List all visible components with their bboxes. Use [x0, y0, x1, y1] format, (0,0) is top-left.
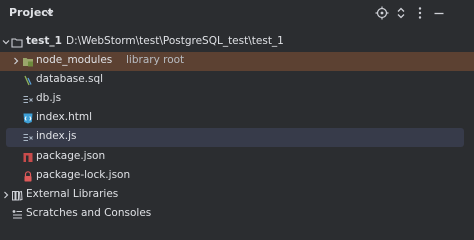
scratches-icon [12, 210, 22, 219]
tree-item-label: package-lock.json [36, 169, 131, 181]
npm-file-icon [23, 153, 33, 162]
js-file-icon [23, 133, 33, 142]
tree-item-label: package.json [36, 150, 106, 162]
library-folder-icon [23, 58, 33, 67]
project-path: D:\WebStorm\test\PostgreSQL_test\test_1 [66, 35, 284, 47]
library-root-annotation: library root [126, 54, 185, 66]
tree-item-external-libraries[interactable]: External Libraries [0, 186, 474, 205]
tree-item-index-html[interactable]: index.html [0, 109, 474, 128]
lock-file-icon [24, 171, 32, 182]
tree-item-label: External Libraries [26, 188, 119, 200]
tree-item-index-js[interactable]: index.js [6, 128, 464, 147]
tree-item-scratches-and-consoles[interactable]: Scratches and Consoles [0, 205, 474, 224]
chevron-down-icon[interactable] [1, 37, 11, 47]
tree-item-database-sql[interactable]: database.sql [0, 71, 474, 90]
sql-file-icon [24, 75, 32, 86]
html-file-icon [23, 113, 33, 124]
tree-root-row[interactable]: test_1 D:\WebStorm\test\PostgreSQL_test\… [0, 33, 474, 52]
project-panel-header: Project [0, 0, 474, 28]
project-name: test_1 [26, 35, 62, 47]
js-file-icon [23, 95, 33, 104]
tree-item-label: node_modules [36, 54, 113, 66]
tree-item-label: database.sql [36, 73, 104, 85]
tree-item-node-modules[interactable]: node_modules library root [0, 52, 474, 71]
tree-item-package-json[interactable]: package.json [0, 148, 474, 167]
tree-item-db-js[interactable]: db.js [0, 90, 474, 109]
tree-item-package-lock-json[interactable]: package-lock.json [0, 167, 474, 186]
tree-item-label: Scratches and Consoles [26, 207, 152, 219]
folder-icon [11, 38, 23, 48]
tree-item-label: index.js [36, 130, 77, 142]
chevron-right-icon[interactable] [11, 56, 21, 66]
library-icon [12, 190, 23, 201]
tree-item-label: db.js [36, 92, 62, 104]
minimize-icon[interactable] [432, 6, 446, 20]
crosshair-icon[interactable] [375, 6, 389, 20]
expand-collapse-icon[interactable] [394, 6, 408, 20]
chevron-right-icon[interactable] [1, 190, 11, 200]
chevron-down-icon[interactable] [45, 8, 54, 17]
tree-item-label: index.html [36, 111, 92, 123]
more-vertical-icon[interactable] [413, 6, 427, 20]
